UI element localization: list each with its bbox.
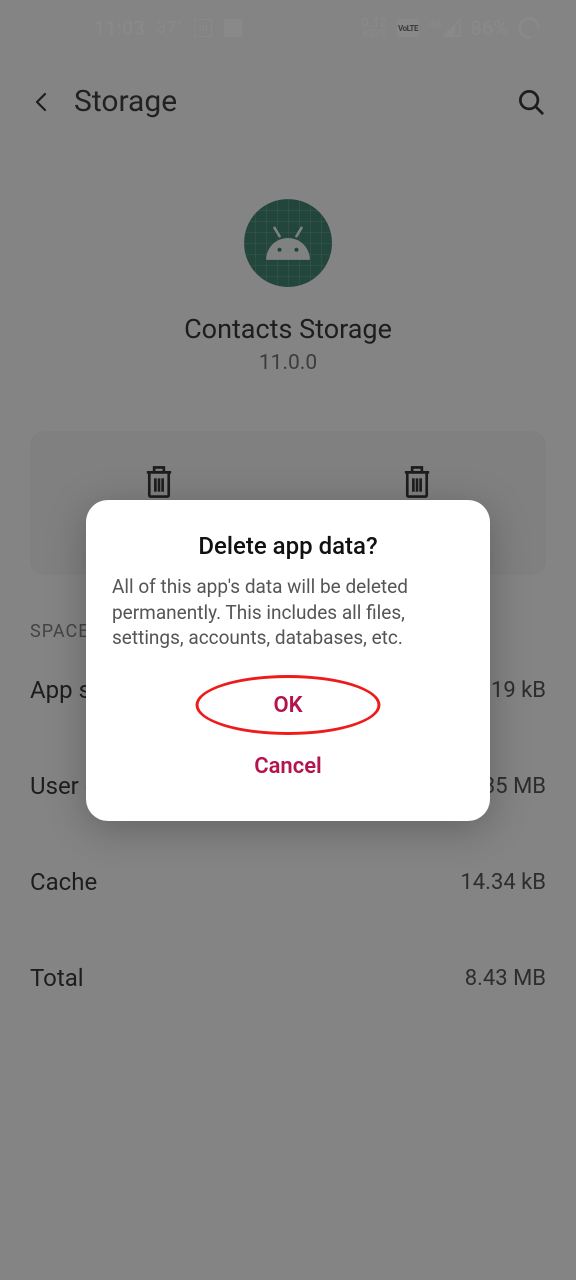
dialog-ok-label: OK — [273, 693, 302, 718]
dialog-cancel-label: Cancel — [254, 754, 322, 779]
dialog-title: Delete app data? — [86, 532, 490, 560]
dialog-body: All of this app's data will be deleted p… — [86, 574, 490, 651]
dialog-cancel-button[interactable]: Cancel — [86, 736, 490, 797]
delete-data-dialog: Delete app data? All of this app's data … — [86, 500, 490, 821]
dialog-ok-button[interactable]: OK — [86, 675, 490, 736]
